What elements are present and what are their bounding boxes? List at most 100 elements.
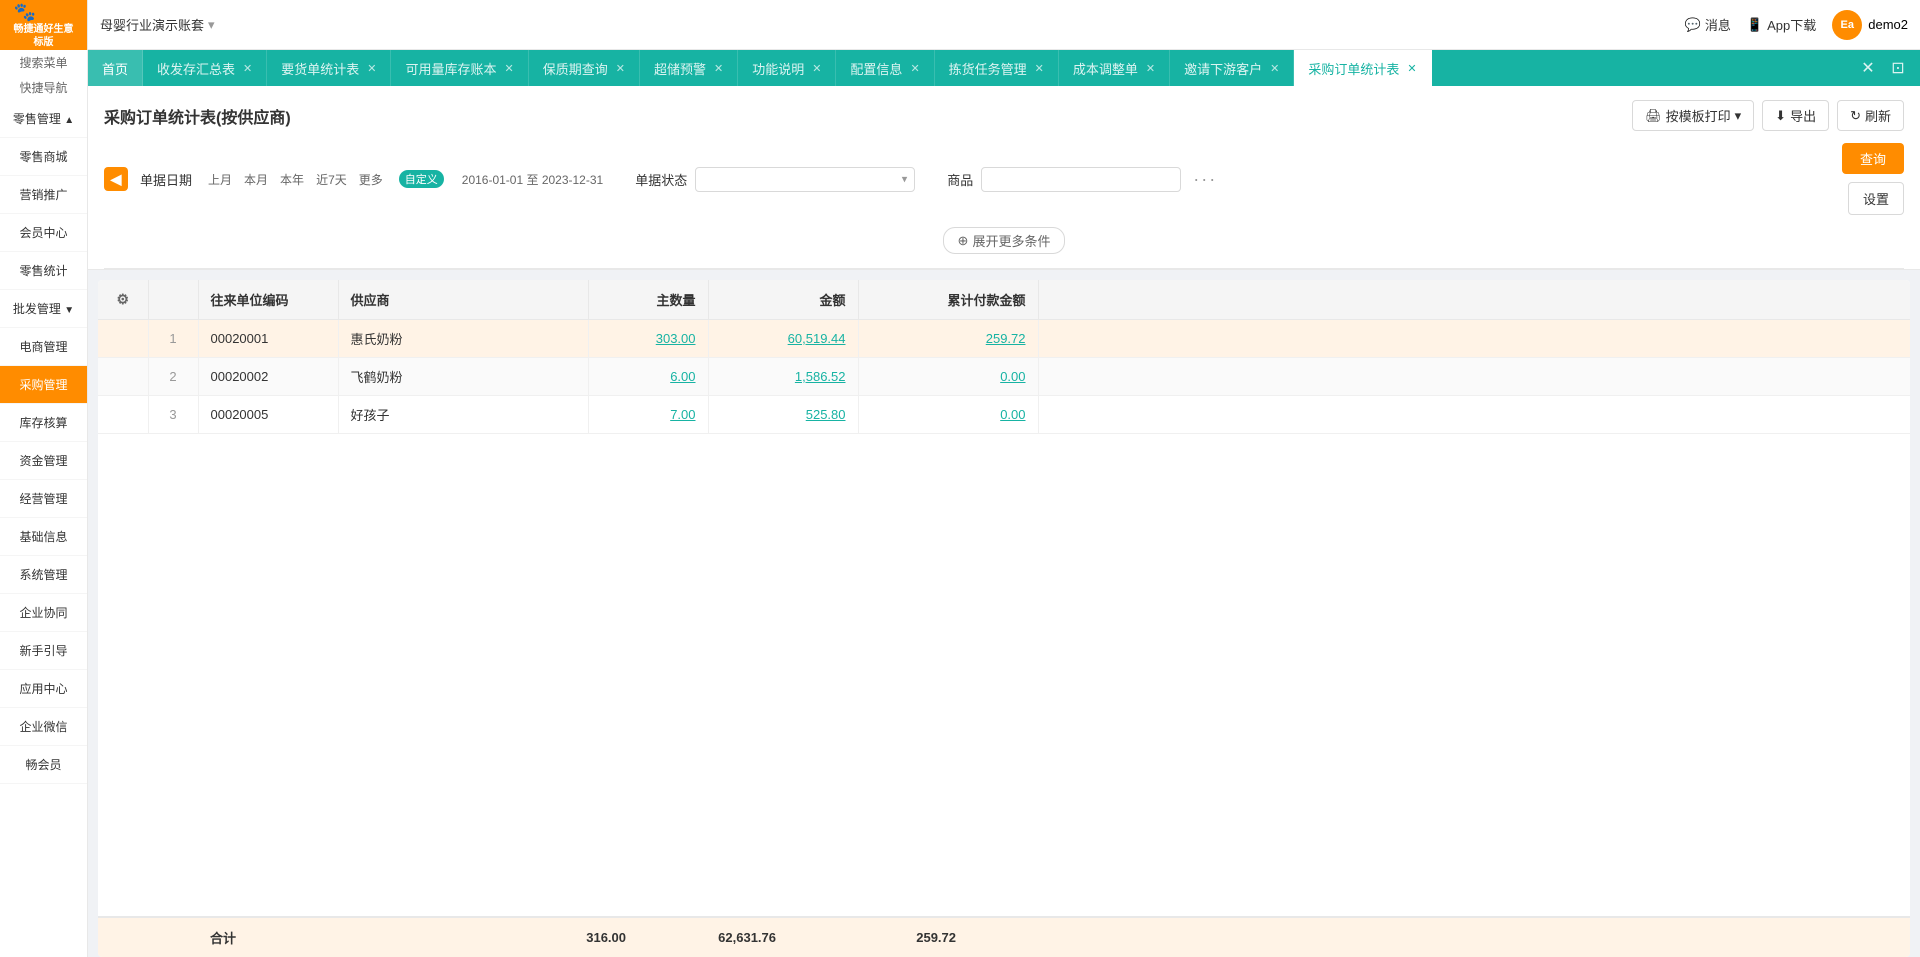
query-btn-group: 查询 设置: [1842, 143, 1904, 215]
query-btn[interactable]: 查询: [1842, 143, 1904, 174]
tab-invite-close[interactable]: ✕: [1270, 62, 1279, 75]
row-qty[interactable]: 6.00: [588, 358, 708, 396]
sidebar-item-wechat[interactable]: 企业微信: [0, 708, 87, 746]
tab-order-summary[interactable]: 要货单统计表 ✕: [267, 50, 391, 86]
row-amount[interactable]: 1,586.52: [708, 358, 858, 396]
row-qty[interactable]: 7.00: [588, 396, 708, 434]
tab-receive-summary[interactable]: 收发存汇总表 ✕: [143, 50, 267, 86]
sidebar-item-appstore[interactable]: 应用中心: [0, 670, 87, 708]
date-label: 单据日期: [140, 170, 192, 189]
sidebar-item-marketing[interactable]: 营销推广: [0, 176, 87, 214]
expand-filter-btn[interactable]: ⊕ 展开更多条件: [943, 227, 1066, 254]
print-icon: 🖨: [1645, 108, 1662, 124]
status-label: 单据状态: [635, 170, 687, 189]
tab-usable-stock-close[interactable]: ✕: [505, 62, 514, 75]
custom-date-badge[interactable]: 自定义: [399, 170, 444, 188]
row-supplier: 惠氏奶粉: [338, 320, 588, 358]
tab-help-close[interactable]: ✕: [812, 62, 821, 75]
goods-filter: 商品 ···: [947, 167, 1217, 192]
tab-home[interactable]: 首页: [88, 50, 143, 86]
tab-cost-adj-close[interactable]: ✕: [1146, 62, 1155, 75]
app-download-btn[interactable]: 📱 App下载: [1747, 15, 1816, 34]
tabbar: 首页 收发存汇总表 ✕ 要货单统计表 ✕ 可用量库存账本 ✕ 保质期查询 ✕ 超…: [88, 50, 1920, 86]
row-supplier: 好孩子: [338, 396, 588, 434]
tab-picking-close[interactable]: ✕: [1035, 62, 1044, 75]
shortcut-more[interactable]: 更多: [355, 169, 387, 190]
th-settings[interactable]: ⚙: [98, 280, 148, 320]
th-code[interactable]: 往来单位编码: [198, 280, 338, 320]
goods-label: 商品: [947, 170, 973, 189]
shortcut-7days[interactable]: 近7天: [312, 169, 351, 190]
sidebar-item-retail-stat[interactable]: 零售统计: [0, 252, 87, 290]
tab-over-stock-close[interactable]: ✕: [714, 62, 723, 75]
table-header-row: ⚙ 往来单位编码 供应商 主数量 金额 累计付款金额: [98, 280, 1910, 320]
filter-toggle-btn[interactable]: ◀: [104, 167, 128, 191]
close-tab-btn[interactable]: ✕: [1854, 54, 1882, 82]
row-paid[interactable]: 0.00: [858, 358, 1038, 396]
tab-expiry-query-close[interactable]: ✕: [616, 62, 625, 75]
tab-expiry-query[interactable]: 保质期查询 ✕: [529, 50, 640, 86]
goods-input[interactable]: [981, 167, 1181, 192]
shortcut-this-month[interactable]: 本月: [240, 169, 272, 190]
th-amount[interactable]: 金额: [708, 280, 858, 320]
message-btn[interactable]: 💬 消息: [1685, 15, 1731, 34]
tab-receive-summary-close[interactable]: ✕: [243, 62, 252, 75]
sidebar-item-inventory[interactable]: 库存核算: [0, 404, 87, 442]
sidebar-item-finance[interactable]: 资金管理: [0, 442, 87, 480]
row-paid[interactable]: 259.72: [858, 320, 1038, 358]
refresh-btn[interactable]: ↻ 刷新: [1837, 100, 1904, 131]
more-options-icon[interactable]: ···: [1193, 169, 1217, 190]
tab-help[interactable]: 功能说明 ✕: [738, 50, 836, 86]
sidebar-item-wholesale[interactable]: 批发管理 ▼: [0, 290, 87, 328]
export-btn[interactable]: ⬇ 导出: [1762, 100, 1829, 131]
row-paid[interactable]: 0.00: [858, 396, 1038, 434]
tab-order-summary-close[interactable]: ✕: [367, 62, 376, 75]
row-qty[interactable]: 303.00: [588, 320, 708, 358]
sidebar-item-newbie[interactable]: 新手引导: [0, 632, 87, 670]
restore-tab-btn[interactable]: ⊡: [1884, 54, 1912, 82]
sidebar-item-ecommerce[interactable]: 电商管理: [0, 328, 87, 366]
sidebar-item-retail-shop[interactable]: 零售商城: [0, 138, 87, 176]
tab-over-stock[interactable]: 超储预警 ✕: [640, 50, 738, 86]
shortcut-last-month[interactable]: 上月: [204, 169, 236, 190]
sidebar-item-enterprise[interactable]: 企业协同: [0, 594, 87, 632]
tab-cost-adj[interactable]: 成本调整单 ✕: [1059, 50, 1170, 86]
th-paid[interactable]: 累计付款金额: [858, 280, 1038, 320]
shortcut-this-year[interactable]: 本年: [276, 169, 308, 190]
th-supplier[interactable]: 供应商: [338, 280, 588, 320]
template-print-btn[interactable]: 🖨 按模板打印 ▾: [1632, 100, 1754, 131]
tab-invite-label: 邀请下游客户: [1184, 59, 1262, 78]
workspace-selector[interactable]: 母婴行业演示账套 ▾: [100, 15, 215, 34]
tab-usable-stock[interactable]: 可用量库存账本 ✕: [391, 50, 528, 86]
settings-btn[interactable]: 设置: [1848, 182, 1904, 215]
sidebar-shortcut[interactable]: 快捷导航: [0, 75, 87, 100]
column-settings-icon[interactable]: ⚙: [116, 291, 129, 307]
sidebar-item-purchase[interactable]: 采购管理: [0, 366, 87, 404]
tab-invite[interactable]: 邀请下游客户 ✕: [1170, 50, 1294, 86]
sidebar-search[interactable]: 搜索菜单: [0, 50, 87, 75]
table-scroll[interactable]: ⚙ 往来单位编码 供应商 主数量 金额 累计付款金额: [98, 280, 1910, 916]
sidebar-item-system[interactable]: 系统管理: [0, 556, 87, 594]
user-menu[interactable]: Ea demo2: [1832, 10, 1908, 40]
sidebar-item-vip[interactable]: 畅会员: [0, 746, 87, 784]
tab-purchase-stat[interactable]: 采购订单统计表 ✕: [1294, 50, 1431, 86]
th-qty[interactable]: 主数量: [588, 280, 708, 320]
sidebar-item-member[interactable]: 会员中心: [0, 214, 87, 252]
table-row[interactable]: 2 00020002 飞鹤奶粉 6.00 1,586.52 0.00: [98, 358, 1910, 396]
sidebar-item-business[interactable]: 经营管理: [0, 480, 87, 518]
tab-help-label: 功能说明: [752, 59, 804, 78]
status-select[interactable]: [695, 167, 915, 192]
row-amount[interactable]: 60,519.44: [708, 320, 858, 358]
table-row[interactable]: 3 00020005 好孩子 7.00 525.80 0.00: [98, 396, 1910, 434]
row-amount[interactable]: 525.80: [708, 396, 858, 434]
sidebar-item-basic[interactable]: 基础信息: [0, 518, 87, 556]
tab-config-label: 配置信息: [850, 59, 902, 78]
tab-config-close[interactable]: ✕: [910, 62, 919, 75]
refresh-icon: ↻: [1850, 108, 1861, 124]
tab-purchase-stat-close[interactable]: ✕: [1407, 62, 1416, 75]
tab-picking[interactable]: 拣货任务管理 ✕: [935, 50, 1059, 86]
tab-config[interactable]: 配置信息 ✕: [836, 50, 934, 86]
sidebar-item-retail[interactable]: 零售管理 ▲: [0, 100, 87, 138]
table-row[interactable]: 1 00020001 惠氏奶粉 303.00 60,519.44 259.72: [98, 320, 1910, 358]
tab-order-summary-label: 要货单统计表: [281, 59, 359, 78]
